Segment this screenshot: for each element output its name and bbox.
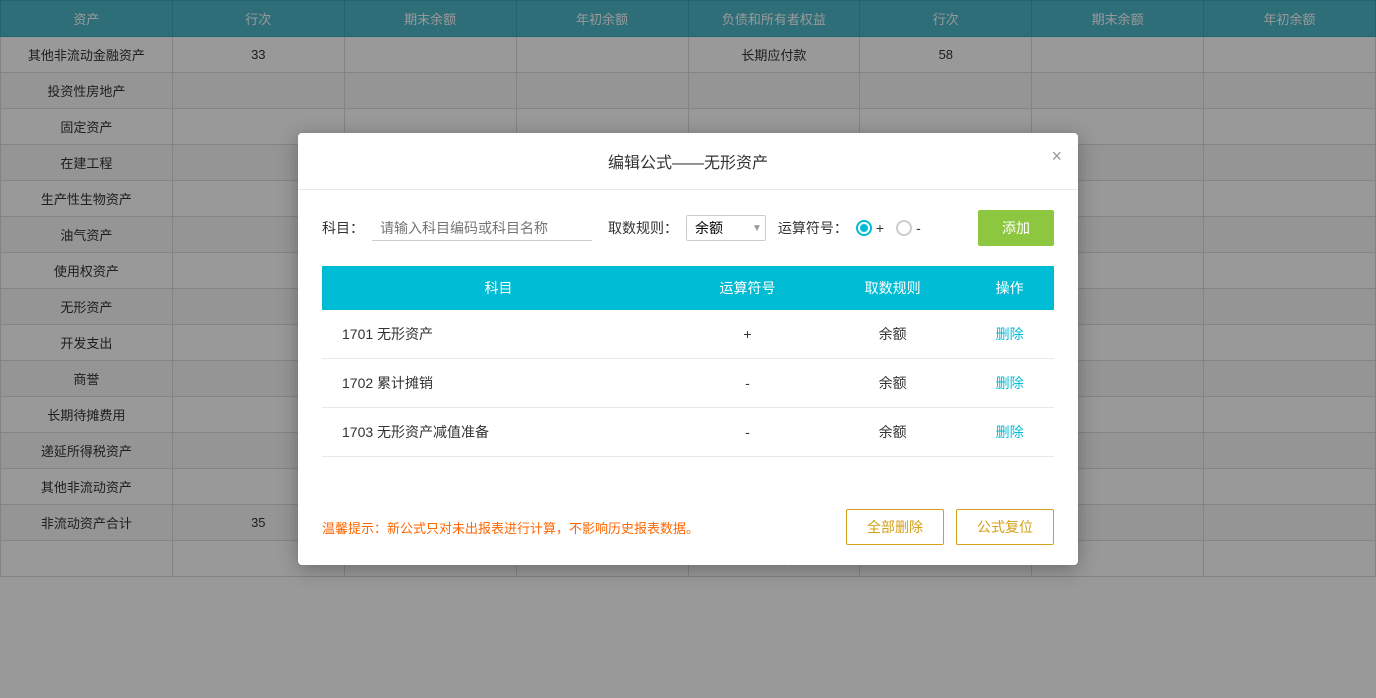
- delete-all-button[interactable]: 全部删除: [846, 509, 944, 545]
- action-cell: 删除: [965, 408, 1054, 457]
- modal-close-button[interactable]: ×: [1051, 147, 1062, 165]
- rule-cell: 余额: [820, 310, 965, 359]
- edit-formula-modal: 编辑公式——无形资产 × 科目： 取数规则： 余额 借方: [298, 133, 1078, 565]
- modal-body: 科目： 取数规则： 余额 借方 贷方 借方发生额 贷方发生额 ▼: [298, 190, 1078, 497]
- radio-minus-label: -: [916, 220, 921, 236]
- action-cell: 删除: [965, 310, 1054, 359]
- action-cell: 删除: [965, 359, 1054, 408]
- table-row: 1703 无形资产减值准备-余额 删除: [322, 408, 1054, 457]
- rule-label: 取数规则：: [608, 218, 678, 238]
- formula-table-header: 运算符号: [675, 266, 820, 310]
- formula-table-header: 科目: [322, 266, 675, 310]
- radio-plus-label: +: [876, 220, 884, 236]
- rule-group: 取数规则： 余额 借方 贷方 借方发生额 贷方发生额 ▼: [608, 215, 762, 241]
- footer-tip: 温馨提示：新公式只对未出报表进行计算，不影响历史报表数据。: [322, 518, 699, 537]
- subject-cell: 1702 累计摊销: [322, 359, 675, 408]
- operator-label: 运算符号：: [778, 218, 848, 238]
- rule-select-wrapper: 余额 借方 贷方 借方发生额 贷方发生额 ▼: [686, 215, 762, 241]
- modal-overlay: 编辑公式——无形资产 × 科目： 取数规则： 余额 借方: [0, 0, 1376, 698]
- delete-row-button[interactable]: 删除: [996, 324, 1024, 344]
- radio-minus[interactable]: -: [896, 220, 921, 236]
- operator-group: 运算符号： + -: [778, 218, 921, 238]
- modal-title: 编辑公式——无形资产: [608, 155, 768, 172]
- subject-cell: 1703 无形资产减值准备: [322, 408, 675, 457]
- operator-cell: -: [675, 359, 820, 408]
- subject-label: 科目：: [322, 218, 364, 238]
- formula-table: 科目运算符号取数规则操作 1701 无形资产+余额删除1702 累计摊销-余额删…: [322, 266, 1054, 457]
- footer-actions: 全部删除 公式复位: [846, 509, 1054, 545]
- radio-plus-circle: [856, 220, 872, 236]
- subject-group: 科目：: [322, 216, 592, 241]
- delete-row-button[interactable]: 删除: [996, 422, 1024, 442]
- reset-formula-button[interactable]: 公式复位: [956, 509, 1054, 545]
- formula-table-header: 取数规则: [820, 266, 965, 310]
- table-row: 1701 无形资产+余额 删除: [322, 310, 1054, 359]
- delete-row-button[interactable]: 删除: [996, 373, 1024, 393]
- operator-cell: -: [675, 408, 820, 457]
- modal-footer: 温馨提示：新公式只对未出报表进行计算，不影响历史报表数据。 全部删除 公式复位: [298, 497, 1078, 565]
- add-button[interactable]: 添加: [978, 210, 1054, 246]
- radio-plus[interactable]: +: [856, 220, 884, 236]
- table-row: 1702 累计摊销-余额 删除: [322, 359, 1054, 408]
- form-row: 科目： 取数规则： 余额 借方 贷方 借方发生额 贷方发生额 ▼: [322, 210, 1054, 246]
- formula-table-header: 操作: [965, 266, 1054, 310]
- modal-header: 编辑公式——无形资产 ×: [298, 133, 1078, 190]
- rule-cell: 余额: [820, 408, 965, 457]
- subject-cell: 1701 无形资产: [322, 310, 675, 359]
- rule-cell: 余额: [820, 359, 965, 408]
- radio-group: + -: [856, 220, 921, 236]
- radio-minus-circle: [896, 220, 912, 236]
- subject-input[interactable]: [372, 216, 592, 241]
- rule-select[interactable]: 余额 借方 贷方 借方发生额 贷方发生额: [686, 215, 766, 241]
- operator-cell: +: [675, 310, 820, 359]
